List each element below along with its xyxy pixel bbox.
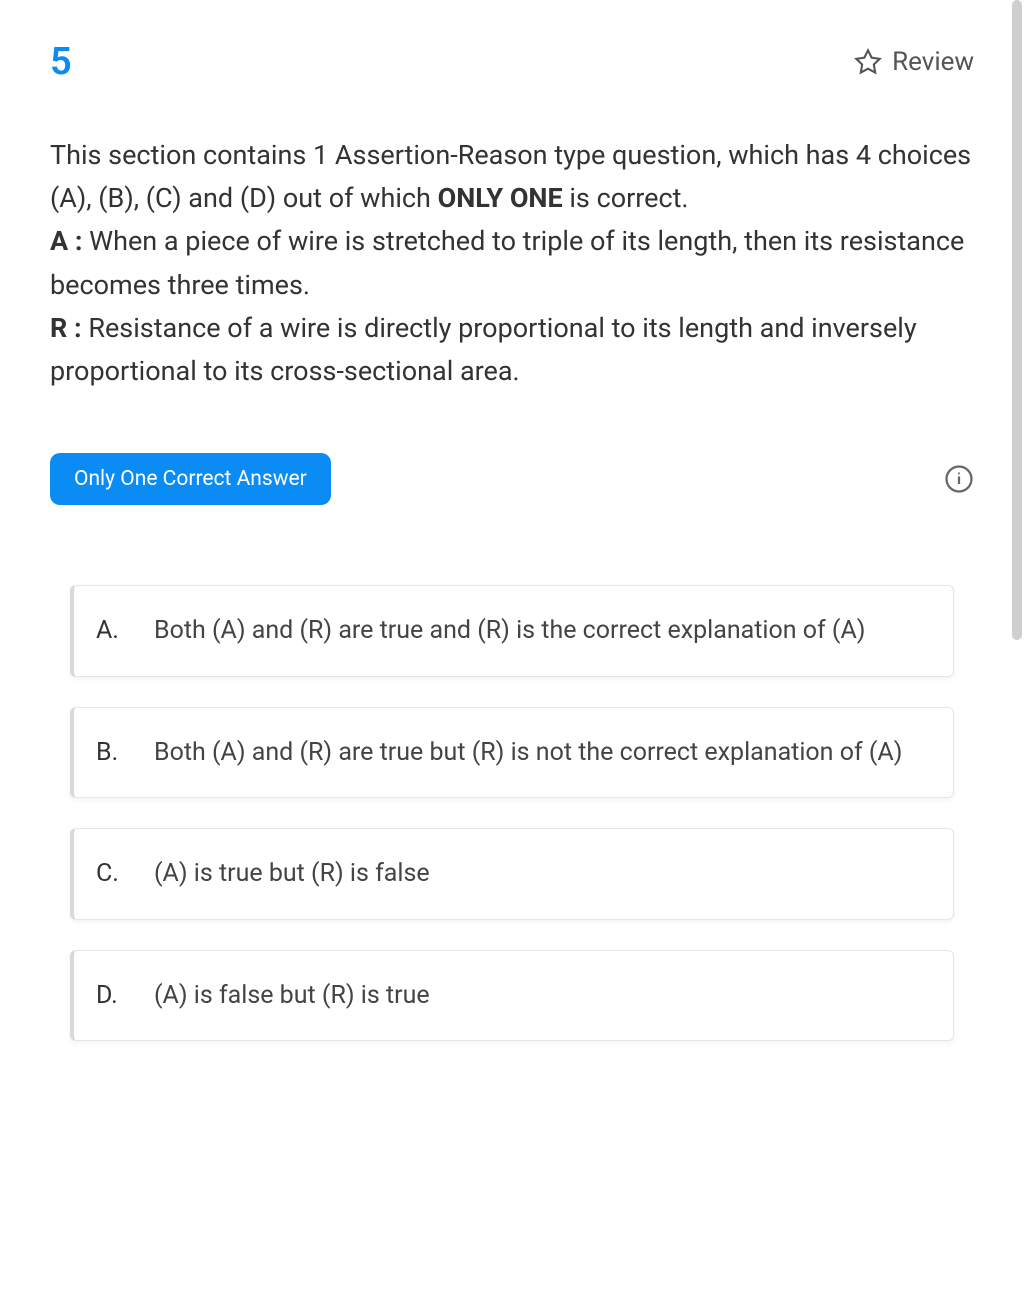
review-label: Review	[892, 47, 974, 77]
assertion-line: A : When a piece of wire is stretched to…	[50, 220, 974, 306]
option-letter: C.	[96, 855, 128, 893]
question-container: 5 Review This section contains 1 Asserti…	[0, 0, 1024, 1081]
option-d[interactable]: D. (A) is false but (R) is true	[70, 950, 954, 1042]
question-number: 5	[50, 40, 72, 84]
option-text: Both (A) and (R) are true but (R) is not…	[154, 734, 927, 772]
review-button[interactable]: Review	[854, 47, 974, 77]
reason-line: R : Resistance of a wire is directly pro…	[50, 307, 974, 393]
option-letter: A.	[96, 612, 128, 650]
option-text: (A) is true but (R) is false	[154, 855, 927, 893]
question-body: This section contains 1 Assertion-Reason…	[50, 134, 974, 393]
header-row: 5 Review	[50, 40, 974, 84]
option-letter: D.	[96, 977, 128, 1015]
scrollbar-track[interactable]	[1010, 0, 1024, 640]
option-letter: B.	[96, 734, 128, 772]
options-list: A. Both (A) and (R) are true and (R) is …	[50, 585, 974, 1041]
question-intro: This section contains 1 Assertion-Reason…	[50, 134, 974, 220]
option-text: (A) is false but (R) is true	[154, 977, 927, 1015]
reason-text: Resistance of a wire is directly proport…	[50, 312, 917, 387]
info-icon[interactable]	[944, 464, 974, 494]
answer-type-pill: Only One Correct Answer	[50, 453, 331, 505]
scrollbar-thumb[interactable]	[1012, 0, 1022, 640]
answer-type-row: Only One Correct Answer	[50, 453, 974, 505]
reason-label: R :	[50, 312, 82, 344]
option-a[interactable]: A. Both (A) and (R) are true and (R) is …	[70, 585, 954, 677]
intro-text-2: is correct.	[563, 182, 689, 214]
assertion-label: A :	[50, 225, 82, 257]
intro-bold: ONLY ONE	[438, 182, 563, 214]
assertion-text: When a piece of wire is stretched to tri…	[50, 225, 964, 300]
option-text: Both (A) and (R) are true and (R) is the…	[154, 612, 927, 650]
star-icon	[854, 48, 882, 76]
option-b[interactable]: B. Both (A) and (R) are true but (R) is …	[70, 707, 954, 799]
option-c[interactable]: C. (A) is true but (R) is false	[70, 828, 954, 920]
